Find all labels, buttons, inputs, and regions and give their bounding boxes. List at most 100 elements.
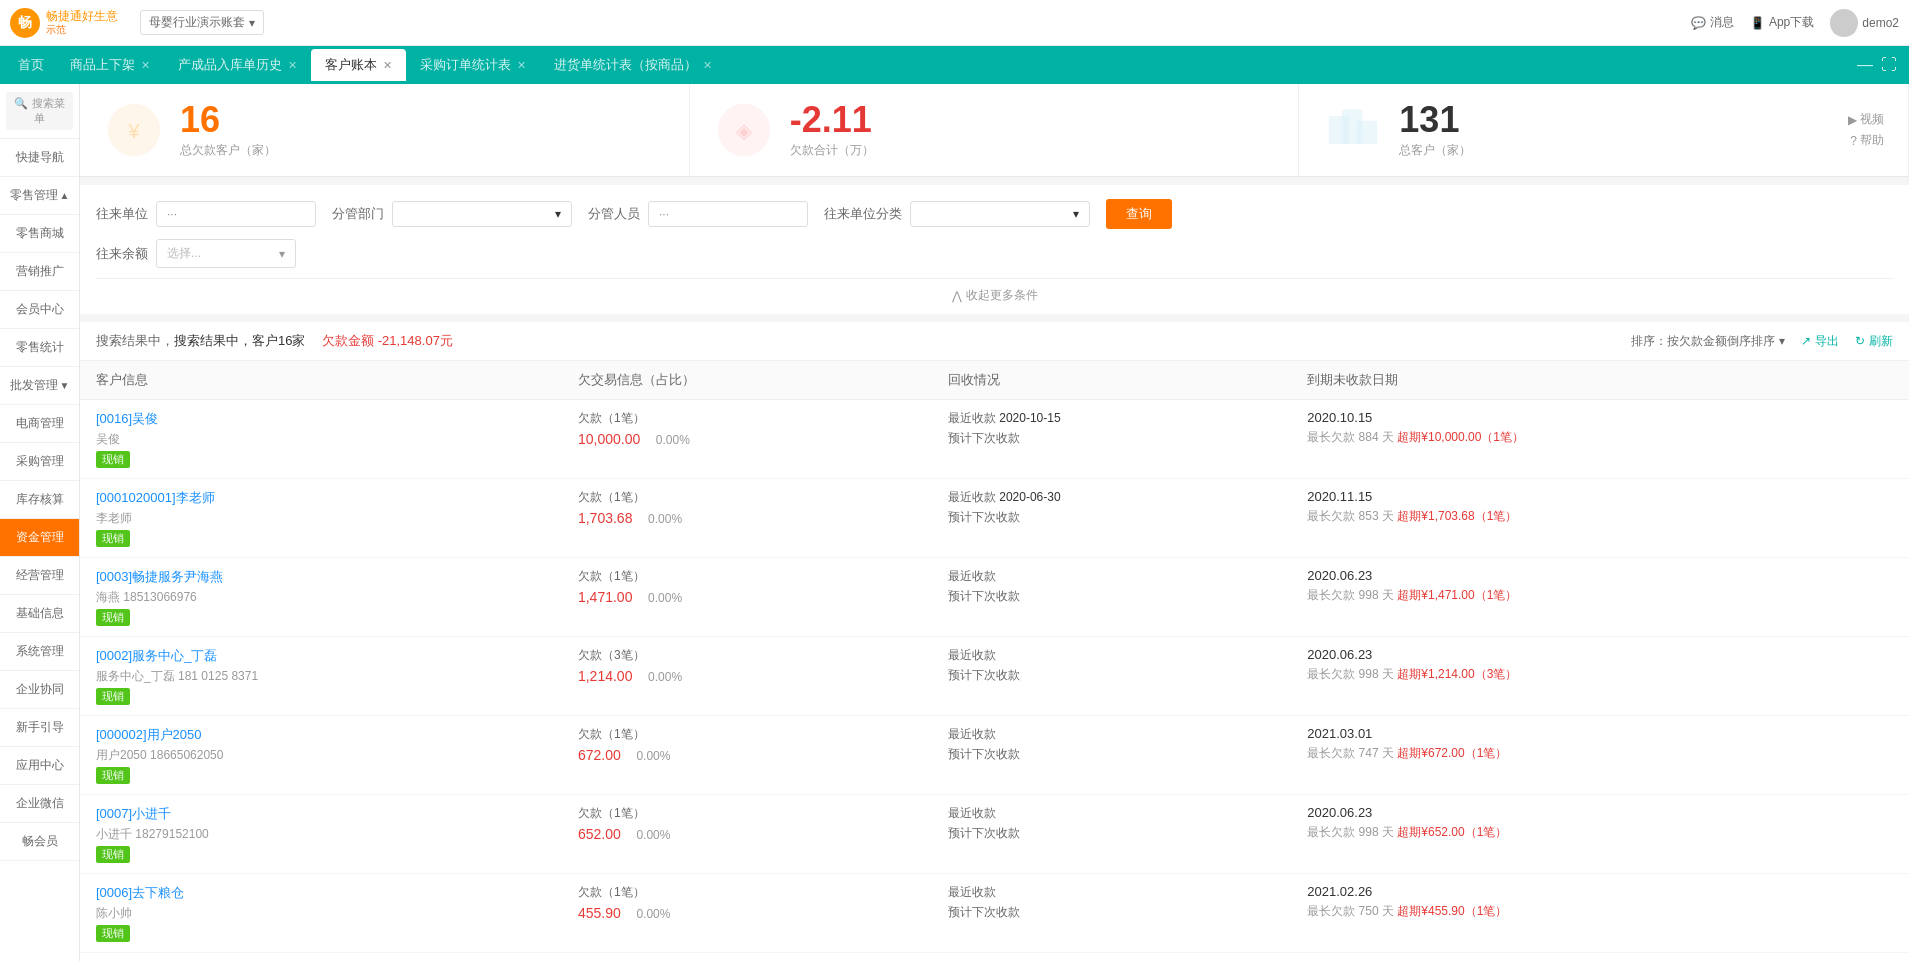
next-collection-2: 预计下次收款: [948, 588, 1275, 605]
sidebar-item-enterprise-collab[interactable]: 企业协同: [0, 671, 79, 709]
sidebar-item-enterprise-wechat[interactable]: 企业微信: [0, 785, 79, 823]
sidebar-item-app-center[interactable]: 应用中心: [0, 747, 79, 785]
total-debt-number: -2.11: [790, 102, 872, 138]
close-icon[interactable]: ✕: [703, 59, 712, 72]
sidebar-item-retail-mall[interactable]: 零售商城: [0, 215, 79, 253]
sidebar-item-chang-member[interactable]: 畅会员: [0, 823, 79, 861]
sidebar-item-ecommerce[interactable]: 电商管理: [0, 405, 79, 443]
cell-due-date-0: 2020.10.15 最长欠款 884 天 超期¥10,000.00（1笔）: [1291, 400, 1909, 479]
customer-name-3[interactable]: [0002]服务中心_丁磊: [96, 647, 546, 665]
tab-inventory-history[interactable]: 产成品入库单历史 ✕: [164, 49, 311, 81]
unit-category-input[interactable]: ▾: [910, 201, 1090, 227]
close-icon[interactable]: ✕: [288, 59, 297, 72]
tab-minimize-btn[interactable]: —: [1857, 56, 1873, 74]
cell-customer-info-1: [0001020001]李老师 李老师 现销: [80, 479, 562, 558]
col-customer-info: 客户信息: [80, 361, 562, 400]
top-right-actions: 💬 消息 📱 App下载 demo2: [1691, 9, 1899, 37]
sidebar-search[interactable]: 🔍 搜索菜单: [0, 84, 79, 139]
sidebar-item-beginner-guide[interactable]: 新手引导: [0, 709, 79, 747]
customer-meta-4: 用户2050 18665062050: [96, 747, 546, 764]
sidebar-item-member-center[interactable]: 会员中心: [0, 291, 79, 329]
close-icon[interactable]: ✕: [517, 59, 526, 72]
video-btn[interactable]: ▶ 视频: [1848, 111, 1884, 128]
overdue-amount-4[interactable]: 超期¥672.00（1笔）: [1397, 746, 1507, 760]
refresh-btn[interactable]: ↻ 刷新: [1855, 333, 1893, 350]
person-input[interactable]: ···: [648, 201, 808, 227]
total-customers-icon: [1323, 100, 1383, 160]
sidebar-item-retail-stats[interactable]: 零售统计: [0, 329, 79, 367]
customer-unit-input[interactable]: ···: [156, 201, 316, 227]
collapse-btn[interactable]: ⋀ 收起更多条件: [952, 287, 1038, 304]
cell-customer-info-2: [0003]畅捷服务尹海燕 海燕 18513066976 现销: [80, 558, 562, 637]
customer-meta-0: 吴俊: [96, 431, 546, 448]
sidebar-item-basic-info[interactable]: 基础信息: [0, 595, 79, 633]
recent-collection-2: 最近收款: [948, 568, 1275, 585]
company-selector[interactable]: 母婴行业演示账套 ▾: [140, 10, 264, 35]
customer-name-5[interactable]: [0007]小进千: [96, 805, 546, 823]
dept-input[interactable]: ▾: [392, 201, 572, 227]
customer-name-0[interactable]: [0016]吴俊: [96, 410, 546, 428]
search-button[interactable]: 查询: [1106, 199, 1172, 229]
sidebar-item-marketing[interactable]: 营销推广: [0, 253, 79, 291]
total-customers-label: 总客户（家）: [1399, 142, 1471, 159]
overdue-amount-2[interactable]: 超期¥1,471.00（1笔）: [1397, 588, 1517, 602]
collapse-row: ⋀ 收起更多条件: [96, 278, 1893, 304]
stat-card-debt-customers: ¥ 16 总欠款客户（家）: [80, 84, 690, 176]
overdue-amount-5[interactable]: 超期¥652.00（1笔）: [1397, 825, 1507, 839]
tab-bar-actions: — ⛶: [1851, 56, 1903, 74]
balance-select[interactable]: 选择... ▾: [156, 239, 296, 268]
sidebar-item-capital-mgmt[interactable]: 资金管理: [0, 519, 79, 557]
cell-debt-info-5: 欠款（1笔） 652.00 0.00%: [562, 795, 932, 874]
close-icon[interactable]: ✕: [383, 59, 392, 72]
tab-purchase-product-stats[interactable]: 进货单统计表（按商品） ✕: [540, 49, 726, 81]
sidebar-item-inventory[interactable]: 库存核算: [0, 481, 79, 519]
cell-debt-info-1: 欠款（1笔） 1,703.68 0.00%: [562, 479, 932, 558]
overdue-date-5: 2020.06.23: [1307, 805, 1893, 820]
content-area: ¥ 16 总欠款客户（家） ◈ -2.11 欠款合计（万）: [80, 84, 1909, 961]
overdue-amount-6[interactable]: 超期¥455.90（1笔）: [1397, 904, 1507, 918]
sidebar-item-quick-nav[interactable]: 快捷导航: [0, 139, 79, 177]
customer-meta-1: 李老师: [96, 510, 546, 527]
sort-selector[interactable]: 排序：按欠款金额倒序排序 ▾: [1631, 333, 1785, 350]
export-btn[interactable]: ↗ 导出: [1801, 333, 1839, 350]
sidebar-search-box[interactable]: 🔍 搜索菜单: [6, 92, 73, 130]
sidebar-item-system-mgmt[interactable]: 系统管理: [0, 633, 79, 671]
recent-collection-1: 最近收款 2020-06-30: [948, 489, 1275, 506]
customer-name-6[interactable]: [0006]去下粮仓: [96, 884, 546, 902]
message-btn[interactable]: 💬 消息: [1691, 14, 1734, 31]
overdue-date-0: 2020.10.15: [1307, 410, 1893, 425]
customer-meta-2: 海燕 18513066976: [96, 589, 546, 606]
debt-amount-1: 1,703.68: [578, 510, 633, 526]
tab-customer-ledger[interactable]: 客户账本 ✕: [311, 49, 406, 81]
stats-row: ¥ 16 总欠款客户（家） ◈ -2.11 欠款合计（万）: [80, 84, 1909, 177]
sidebar-item-wholesale-mgmt[interactable]: 批发管理 ▼: [0, 367, 79, 405]
next-collection-5: 预计下次收款: [948, 825, 1275, 842]
cell-debt-info-6: 欠款（1笔） 455.90 0.00%: [562, 874, 932, 953]
overdue-amount-3[interactable]: 超期¥1,214.00（3笔）: [1397, 667, 1517, 681]
sidebar-item-business-mgmt[interactable]: 经营管理: [0, 557, 79, 595]
table-area: 搜索结果中，搜索结果中，客户16家 欠款金额 -21,148.07元 排序：按欠…: [80, 322, 1909, 961]
customer-name-1[interactable]: [0001020001]李老师: [96, 489, 546, 507]
customer-name-2[interactable]: [0003]畅捷服务尹海燕: [96, 568, 546, 586]
filter-row-2: 往来余额 选择... ▾: [96, 239, 1893, 268]
tab-product-listing[interactable]: 商品上下架 ✕: [56, 49, 164, 81]
close-icon[interactable]: ✕: [141, 59, 150, 72]
recent-collection-3: 最近收款: [948, 647, 1275, 664]
tab-purchase-stats[interactable]: 采购订单统计表 ✕: [406, 49, 540, 81]
help-btn[interactable]: ? 帮助: [1850, 132, 1884, 149]
cell-due-date-6: 2021.02.26 最长欠款 750 天 超期¥455.90（1笔）: [1291, 874, 1909, 953]
tab-maximize-btn[interactable]: ⛶: [1881, 56, 1897, 74]
user-menu[interactable]: demo2: [1830, 9, 1899, 37]
stat-card-actions: ▶ 视频 ? 帮助: [1848, 111, 1884, 149]
tab-home[interactable]: 首页: [6, 49, 56, 81]
overdue-amount-0[interactable]: 超期¥10,000.00（1笔）: [1397, 430, 1524, 444]
app-download-btn[interactable]: 📱 App下载: [1750, 14, 1814, 31]
sidebar-item-purchase-mgmt[interactable]: 采购管理: [0, 443, 79, 481]
overdue-amount-1[interactable]: 超期¥1,703.68（1笔）: [1397, 509, 1517, 523]
filter-dept: 分管部门 ▾: [332, 201, 572, 227]
cell-due-date-2: 2020.06.23 最长欠款 998 天 超期¥1,471.00（1笔）: [1291, 558, 1909, 637]
customer-name-4[interactable]: [000002]用户2050: [96, 726, 546, 744]
debt-total: 欠款金额 -21,148.07元: [322, 333, 453, 348]
sidebar-item-retail-mgmt[interactable]: 零售管理 ▲: [0, 177, 79, 215]
cell-due-date-7: 2020.12.30 最长欠款 808 天 超期¥429.00（1笔）: [1291, 953, 1909, 962]
